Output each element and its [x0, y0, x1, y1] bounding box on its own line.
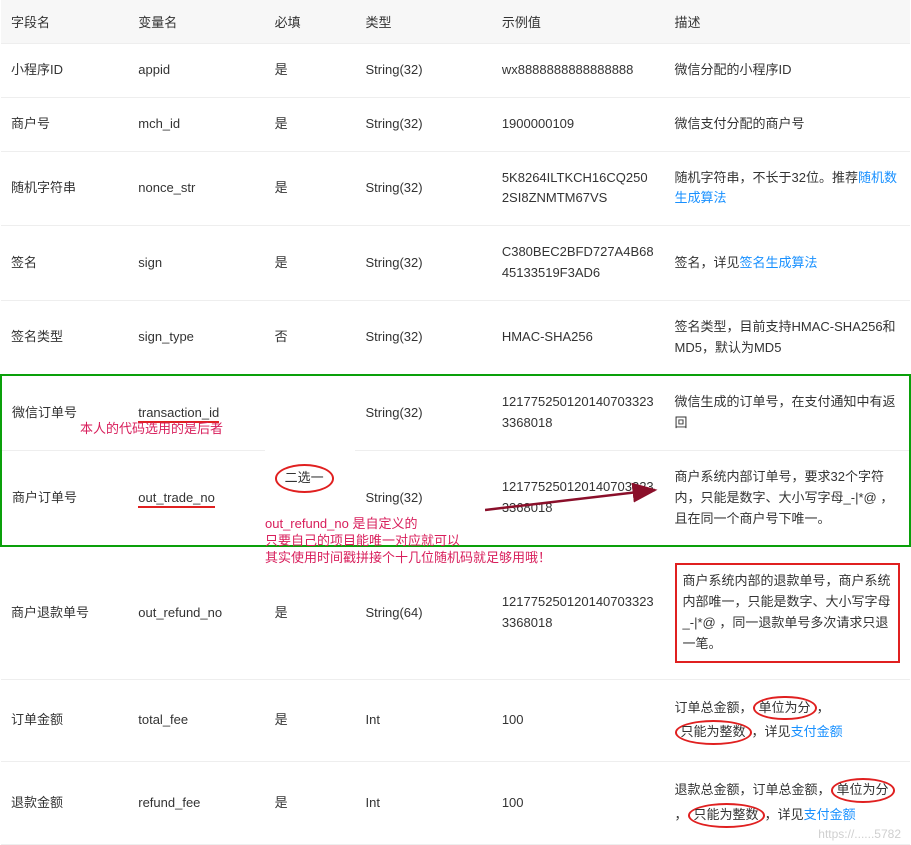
cell-req: 是	[265, 226, 356, 301]
cell-example: HMAC-SHA256	[492, 300, 665, 375]
header-var: 变量名	[128, 0, 264, 44]
underlined-var: out_trade_no	[138, 490, 215, 508]
cell-var: sign_type	[128, 300, 264, 375]
cell-example: 1217752501201407033233368018	[492, 375, 665, 450]
cell-field: 签名类型	[1, 300, 128, 375]
annotation-out-refund-3: 其实使用时间戳拼接个十几位随机码就足够用哦！	[265, 547, 551, 566]
table-row: 退款金额 refund_fee 是 Int 100 退款总金额，订单总金额，单位…	[1, 762, 910, 845]
cell-type: String(32)	[355, 151, 491, 226]
cell-req: 是	[265, 151, 356, 226]
cell-req: 是	[265, 97, 356, 151]
oval-unit: 单位为分	[753, 696, 817, 721]
cell-desc: 订单总金额，单位为分，只能为整数，详见支付金额	[665, 679, 910, 762]
cell-example: 1900000109	[492, 97, 665, 151]
table-row: 签名 sign 是 String(32) C380BEC2BFD727A4B68…	[1, 226, 910, 301]
cell-desc: 微信支付分配的商户号	[665, 97, 910, 151]
cell-var: total_fee	[128, 679, 264, 762]
cell-desc: 商户系统内部订单号，要求32个字符内，只能是数字、大小写字母_-|*@ ，且在同…	[665, 450, 910, 546]
oval-unit: 单位为分	[831, 778, 895, 803]
oval-choose-one: 二选一	[275, 464, 334, 493]
cell-var: mch_id	[128, 97, 264, 151]
table-row: 签名类型 sign_type 否 String(32) HMAC-SHA256 …	[1, 300, 910, 375]
watermark: https://......5782	[818, 827, 901, 841]
cell-field: 签名	[1, 226, 128, 301]
header-field: 字段名	[1, 0, 128, 44]
link-sign[interactable]: 签名生成算法	[740, 255, 818, 270]
cell-var: refund_fee	[128, 762, 264, 845]
header-example: 示例值	[492, 0, 665, 44]
cell-type: String(32)	[355, 375, 491, 450]
cell-desc: 签名类型，目前支持HMAC-SHA256和MD5，默认为MD5	[665, 300, 910, 375]
table-row: 微信订单号 transaction_id 二选一 String(32) 1217…	[1, 375, 910, 450]
cell-field: 商户订单号	[1, 450, 128, 546]
cell-desc: 微信分配的小程序ID	[665, 44, 910, 98]
cell-req: 是	[265, 44, 356, 98]
cell-example: 1217752501201407033233368018	[492, 450, 665, 546]
cell-desc: 签名，详见签名生成算法	[665, 226, 910, 301]
cell-desc: 随机字符串，不长于32位。推荐随机数生成算法	[665, 151, 910, 226]
cell-type: Int	[355, 679, 491, 762]
cell-field: 微信订单号	[1, 375, 128, 450]
cell-example: 5K8264ILTKCH16CQ2502SI8ZNMTM67VS	[492, 151, 665, 226]
cell-example: 100	[492, 762, 665, 845]
cell-field: 商户退款单号	[1, 546, 128, 679]
cell-example: wx8888888888888888	[492, 44, 665, 98]
cell-req: 是	[265, 679, 356, 762]
table-row: 商户退款单号 out_refund_no 是 String(64) 121775…	[1, 546, 910, 679]
oval-int: 只能为整数	[688, 803, 765, 828]
cell-req: 是	[265, 546, 356, 679]
cell-var: nonce_str	[128, 151, 264, 226]
red-box-refund-desc: 商户系统内部的退款单号，商户系统内部唯一，只能是数字、大小写字母_-|*@ ，同…	[675, 563, 900, 662]
link-pay-amount[interactable]: 支付金额	[791, 724, 843, 739]
cell-example: 1217752501201407033233368018	[492, 546, 665, 679]
cell-var: out_refund_no	[128, 546, 264, 679]
table-row: 订单金额 total_fee 是 Int 100 订单总金额，单位为分，只能为整…	[1, 679, 910, 762]
table-row: 商户号 mch_id 是 String(32) 1900000109 微信支付分…	[1, 97, 910, 151]
cell-type: String(32)	[355, 44, 491, 98]
cell-req: 否	[265, 300, 356, 375]
cell-var: out_trade_no	[128, 450, 264, 546]
cell-type: String(64)	[355, 546, 491, 679]
link-pay-amount[interactable]: 支付金额	[804, 807, 856, 822]
header-desc: 描述	[665, 0, 910, 44]
cell-example: 100	[492, 679, 665, 762]
cell-req: 是	[265, 762, 356, 845]
cell-field: 订单金额	[1, 679, 128, 762]
cell-field: 小程序ID	[1, 44, 128, 98]
cell-var: sign	[128, 226, 264, 301]
cell-var: appid	[128, 44, 264, 98]
cell-type: String(32)	[355, 97, 491, 151]
cell-field: 商户号	[1, 97, 128, 151]
cell-var: transaction_id	[128, 375, 264, 450]
oval-int: 只能为整数	[675, 720, 752, 745]
table-row: 小程序ID appid 是 String(32) wx8888888888888…	[1, 44, 910, 98]
table-header-row: 字段名 变量名 必填 类型 示例值 描述	[1, 0, 910, 44]
cell-type: String(32)	[355, 226, 491, 301]
cell-field: 退款金额	[1, 762, 128, 845]
cell-desc: 商户系统内部的退款单号，商户系统内部唯一，只能是数字、大小写字母_-|*@ ，同…	[665, 546, 910, 679]
cell-type: Int	[355, 762, 491, 845]
header-req: 必填	[265, 0, 356, 44]
cell-desc: 微信生成的订单号，在支付通知中有返回	[665, 375, 910, 450]
cell-example: C380BEC2BFD727A4B6845133519F3AD6	[492, 226, 665, 301]
annotation-choose-latter: 本人的代码选用的是后者	[80, 418, 223, 437]
table-row: 随机字符串 nonce_str 是 String(32) 5K8264ILTKC…	[1, 151, 910, 226]
header-type: 类型	[355, 0, 491, 44]
cell-field: 随机字符串	[1, 151, 128, 226]
cell-type: String(32)	[355, 300, 491, 375]
